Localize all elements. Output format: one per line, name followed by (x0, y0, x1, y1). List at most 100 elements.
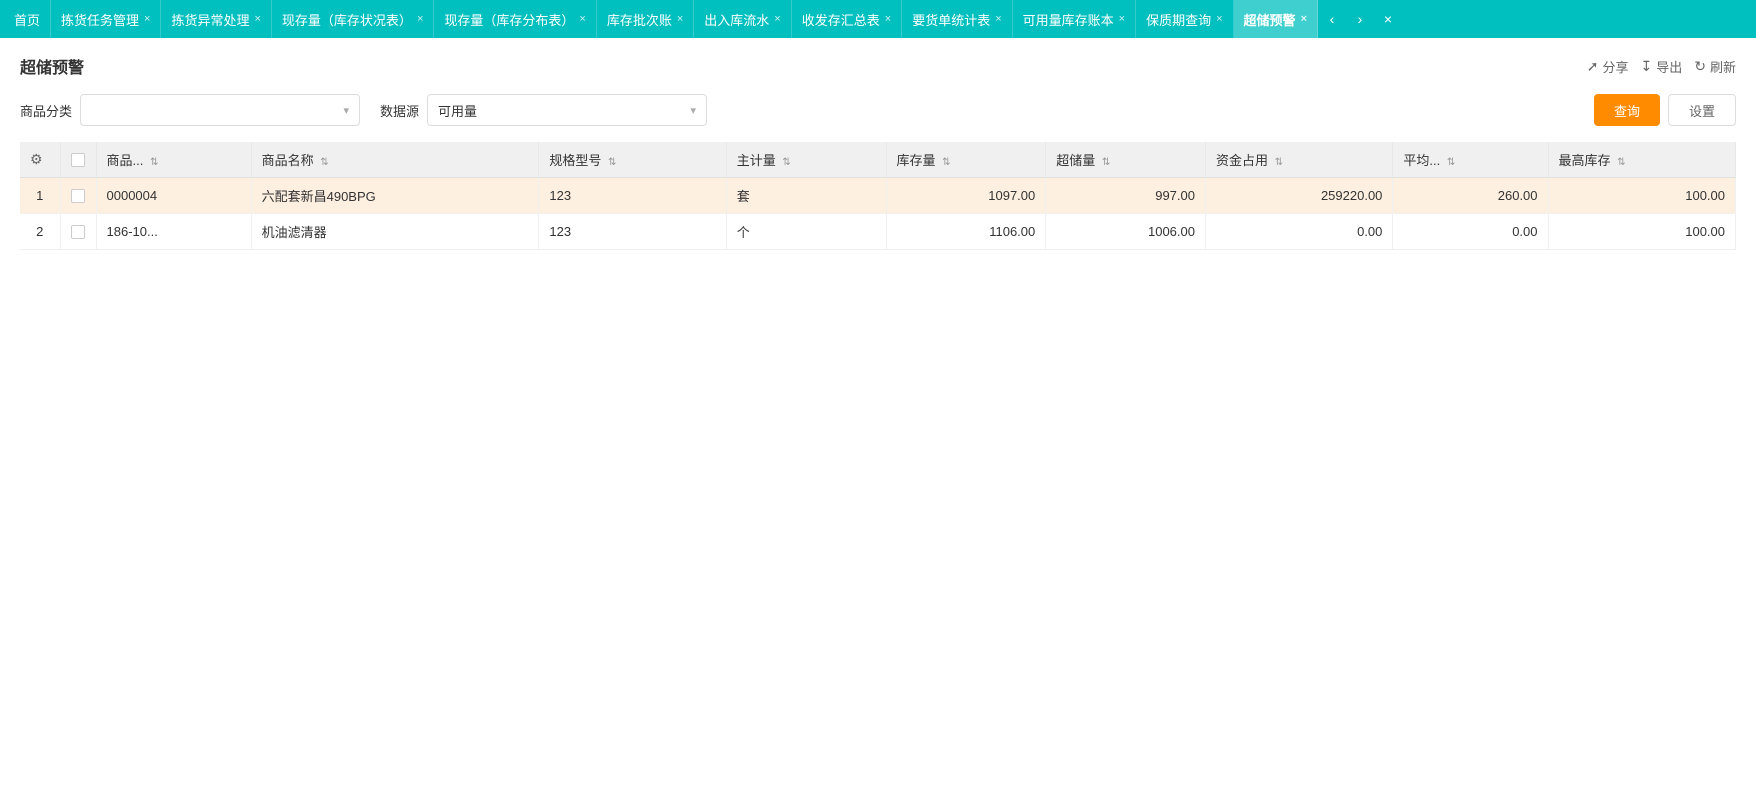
nav-tab-8-close[interactable]: × (995, 13, 1001, 25)
category-select[interactable]: ▾ (80, 94, 360, 126)
col-capital-label: 资金占用 (1216, 153, 1268, 168)
col-product-code-label: 商品... (107, 153, 144, 168)
col-max-stock[interactable]: 最高库存 ⇅ (1548, 142, 1735, 178)
sort-icon-capital: ⇅ (1275, 157, 1283, 168)
cell-product-code: 186-10... (96, 214, 251, 250)
page-container: 超储预警 ➚ 分享 ↧ 导出 ↻ 刷新 商品分类 ▾ 数据源 (0, 38, 1756, 800)
nav-tab-11-label: 超储预警 (1244, 10, 1296, 29)
col-settings[interactable]: ⚙ (20, 142, 60, 178)
col-product-name-label: 商品名称 (262, 153, 314, 168)
nav-tab-1-label: 拣货任务管理 (61, 10, 139, 29)
nav-tab-home-label: 首页 (14, 10, 40, 29)
col-checkbox-header[interactable] (60, 142, 96, 178)
nav-tab-5-close[interactable]: × (677, 13, 683, 25)
col-unit[interactable]: 主计量 ⇅ (726, 142, 886, 178)
nav-tab-1[interactable]: 拣货任务管理 × (51, 0, 161, 38)
nav-tab-2-close[interactable]: × (254, 13, 260, 25)
nav-tab-3-close[interactable]: × (417, 13, 423, 25)
nav-tab-7[interactable]: 收发存汇总表 × (792, 0, 902, 38)
header-checkbox[interactable] (71, 153, 85, 167)
header-actions: ➚ 分享 ↧ 导出 ↻ 刷新 (1587, 57, 1736, 76)
share-label: 分享 (1602, 57, 1628, 76)
refresh-button[interactable]: ↻ 刷新 (1694, 57, 1736, 76)
table-header-row: ⚙ 商品... ⇅ 商品名称 ⇅ 规格型号 ⇅ 主计量 (20, 142, 1736, 178)
nav-arrow-close[interactable]: × (1374, 0, 1402, 38)
nav-tab-10[interactable]: 保质期查询 × (1136, 0, 1233, 38)
col-spec[interactable]: 规格型号 ⇅ (539, 142, 726, 178)
row-checkbox-cell[interactable] (60, 214, 96, 250)
cell-overflow: 1006.00 (1046, 214, 1206, 250)
nav-tab-4-close[interactable]: × (579, 13, 585, 25)
col-overflow-label: 超储量 (1056, 153, 1095, 168)
nav-tab-4[interactable]: 现存量（库存分布表） × (434, 0, 596, 38)
nav-tab-6-label: 出入库流水 (704, 10, 769, 29)
cell-product-code: 0000004 (96, 178, 251, 214)
row-checkbox-cell[interactable] (60, 178, 96, 214)
col-spec-label: 规格型号 (549, 153, 601, 168)
datasource-chevron-icon: ▾ (691, 104, 697, 117)
col-product-name[interactable]: 商品名称 ⇅ (251, 142, 539, 178)
nav-tab-11[interactable]: 超储预警 × (1234, 0, 1318, 38)
nav-tab-10-close[interactable]: × (1216, 13, 1222, 25)
cell-capital: 0.00 (1205, 214, 1392, 250)
sort-icon-spec: ⇅ (608, 157, 616, 168)
col-product-code[interactable]: 商品... ⇅ (96, 142, 251, 178)
col-average[interactable]: 平均... ⇅ (1393, 142, 1548, 178)
sort-icon-product-name: ⇅ (320, 157, 328, 168)
nav-tab-9-close[interactable]: × (1119, 13, 1125, 25)
nav-tab-9-label: 可用量库存账本 (1023, 10, 1114, 29)
row-checkbox[interactable] (71, 189, 85, 203)
nav-tab-8[interactable]: 要货单统计表 × (902, 0, 1012, 38)
nav-tab-6[interactable]: 出入库流水 × (694, 0, 791, 38)
filter-bar: 商品分类 ▾ 数据源 可用量 ▾ 查询 设置 (20, 94, 1736, 126)
nav-tab-7-close[interactable]: × (885, 13, 891, 25)
datasource-select[interactable]: 可用量 ▾ (427, 94, 707, 126)
nav-tab-10-label: 保质期查询 (1146, 10, 1211, 29)
col-unit-label: 主计量 (737, 153, 776, 168)
nav-tab-8-label: 要货单统计表 (912, 10, 990, 29)
col-overflow[interactable]: 超储量 ⇅ (1046, 142, 1206, 178)
nav-arrow-left[interactable]: ‹ (1318, 0, 1346, 38)
cell-product-name: 机油滤清器 (251, 214, 539, 250)
refresh-icon: ↻ (1694, 58, 1706, 75)
nav-tab-3[interactable]: 现存量（库存状况表） × (272, 0, 434, 38)
sort-icon-average: ⇅ (1447, 157, 1455, 168)
export-button[interactable]: ↧ 导出 (1641, 57, 1683, 76)
chevron-down-icon: ▾ (343, 104, 349, 117)
nav-tab-5[interactable]: 库存批次账 × (597, 0, 694, 38)
nav-tab-home[interactable]: 首页 (4, 0, 51, 38)
datasource-label: 数据源 (380, 101, 419, 120)
nav-tab-9[interactable]: 可用量库存账本 × (1013, 0, 1136, 38)
table-row[interactable]: 2 186-10... 机油滤清器 123 个 1106.00 1006.00 … (20, 214, 1736, 250)
cell-capital: 259220.00 (1205, 178, 1392, 214)
sort-icon-product-code: ⇅ (150, 157, 158, 168)
datasource-filter: 数据源 可用量 ▾ (380, 94, 707, 126)
query-button[interactable]: 查询 (1594, 94, 1660, 126)
nav-arrow-right[interactable]: › (1346, 0, 1374, 38)
nav-tab-11-close[interactable]: × (1301, 13, 1307, 25)
nav-tab-2[interactable]: 拣货异常处理 × (161, 0, 271, 38)
export-label: 导出 (1656, 57, 1682, 76)
cell-max-stock: 100.00 (1548, 214, 1735, 250)
share-button[interactable]: ➚ 分享 (1587, 57, 1629, 76)
cell-stock: 1097.00 (886, 178, 1046, 214)
col-average-label: 平均... (1403, 153, 1440, 168)
nav-tab-2-label: 拣货异常处理 (171, 10, 249, 29)
nav-tab-6-close[interactable]: × (774, 13, 780, 25)
settings-button[interactable]: 设置 (1668, 94, 1736, 126)
filter-actions: 查询 设置 (1594, 94, 1736, 126)
sort-icon-stock: ⇅ (942, 157, 950, 168)
export-icon: ↧ (1641, 58, 1653, 75)
col-capital[interactable]: 资金占用 ⇅ (1205, 142, 1392, 178)
cell-spec: 123 (539, 214, 726, 250)
nav-tab-1-close[interactable]: × (144, 13, 150, 25)
col-stock-label: 库存量 (897, 153, 936, 168)
row-checkbox[interactable] (71, 225, 85, 239)
nav-tab-7-label: 收发存汇总表 (802, 10, 880, 29)
cell-average: 0.00 (1393, 214, 1548, 250)
page-header: 超储预警 ➚ 分享 ↧ 导出 ↻ 刷新 (20, 54, 1736, 78)
cell-overflow: 997.00 (1046, 178, 1206, 214)
table-row[interactable]: 1 0000004 六配套新昌490BPG 123 套 1097.00 997.… (20, 178, 1736, 214)
refresh-label: 刷新 (1710, 57, 1736, 76)
col-stock[interactable]: 库存量 ⇅ (886, 142, 1046, 178)
